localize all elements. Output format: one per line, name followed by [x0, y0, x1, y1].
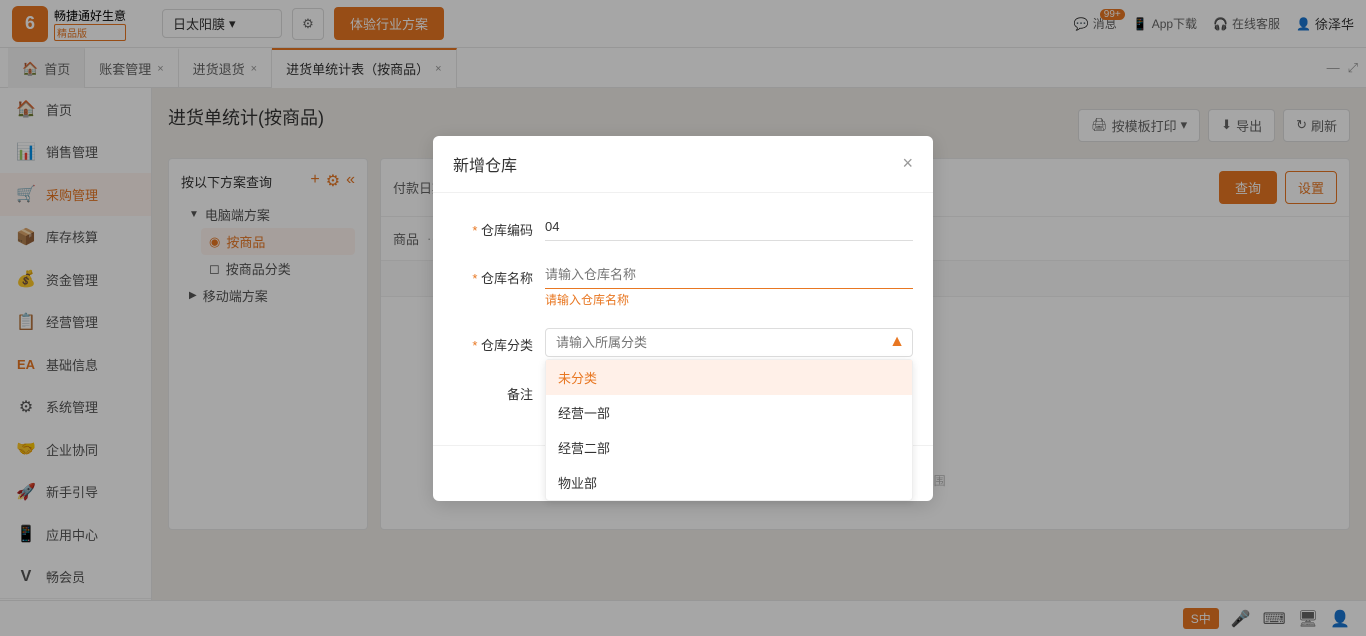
dropdown-item-dept2[interactable]: 经营二部: [546, 430, 912, 465]
modal-body: 仓库编码 仓库名称 请输入仓库名称 仓库分类 ▲ 未分类: [433, 193, 933, 445]
form-row-category: 仓库分类 ▲ 未分类 经营一部 经营二部 物业部: [453, 328, 913, 357]
category-dropdown: 未分类 经营一部 经营二部 物业部: [545, 359, 913, 501]
name-input[interactable]: [545, 261, 913, 289]
dropdown-item-unclassified[interactable]: 未分类: [546, 360, 912, 395]
category-toggle-icon[interactable]: ▲: [889, 333, 905, 351]
form-row-code: 仓库编码: [453, 213, 913, 241]
category-label: 仓库分类: [453, 328, 533, 354]
name-error-message: 请输入仓库名称: [545, 291, 913, 308]
modal-overlay: 新增仓库 × 仓库编码 仓库名称 请输入仓库名称 仓库分类: [0, 0, 1366, 636]
dropdown-item-dept1[interactable]: 经营一部: [546, 395, 912, 430]
category-input-wrap: ▲ 未分类 经营一部 经营二部 物业部: [545, 328, 913, 357]
modal-header: 新增仓库 ×: [433, 136, 933, 193]
modal-title: 新增仓库: [453, 152, 517, 176]
name-label: 仓库名称: [453, 261, 533, 287]
form-row-name: 仓库名称 请输入仓库名称: [453, 261, 913, 308]
remark-label: 备注: [453, 377, 533, 403]
modal-close-button[interactable]: ×: [902, 153, 913, 174]
code-label: 仓库编码: [453, 213, 533, 239]
new-warehouse-modal: 新增仓库 × 仓库编码 仓库名称 请输入仓库名称 仓库分类: [433, 136, 933, 501]
category-input[interactable]: [545, 328, 913, 357]
code-input[interactable]: [545, 213, 913, 241]
name-input-wrap: 请输入仓库名称: [545, 261, 913, 308]
dropdown-item-property[interactable]: 物业部: [546, 465, 912, 500]
